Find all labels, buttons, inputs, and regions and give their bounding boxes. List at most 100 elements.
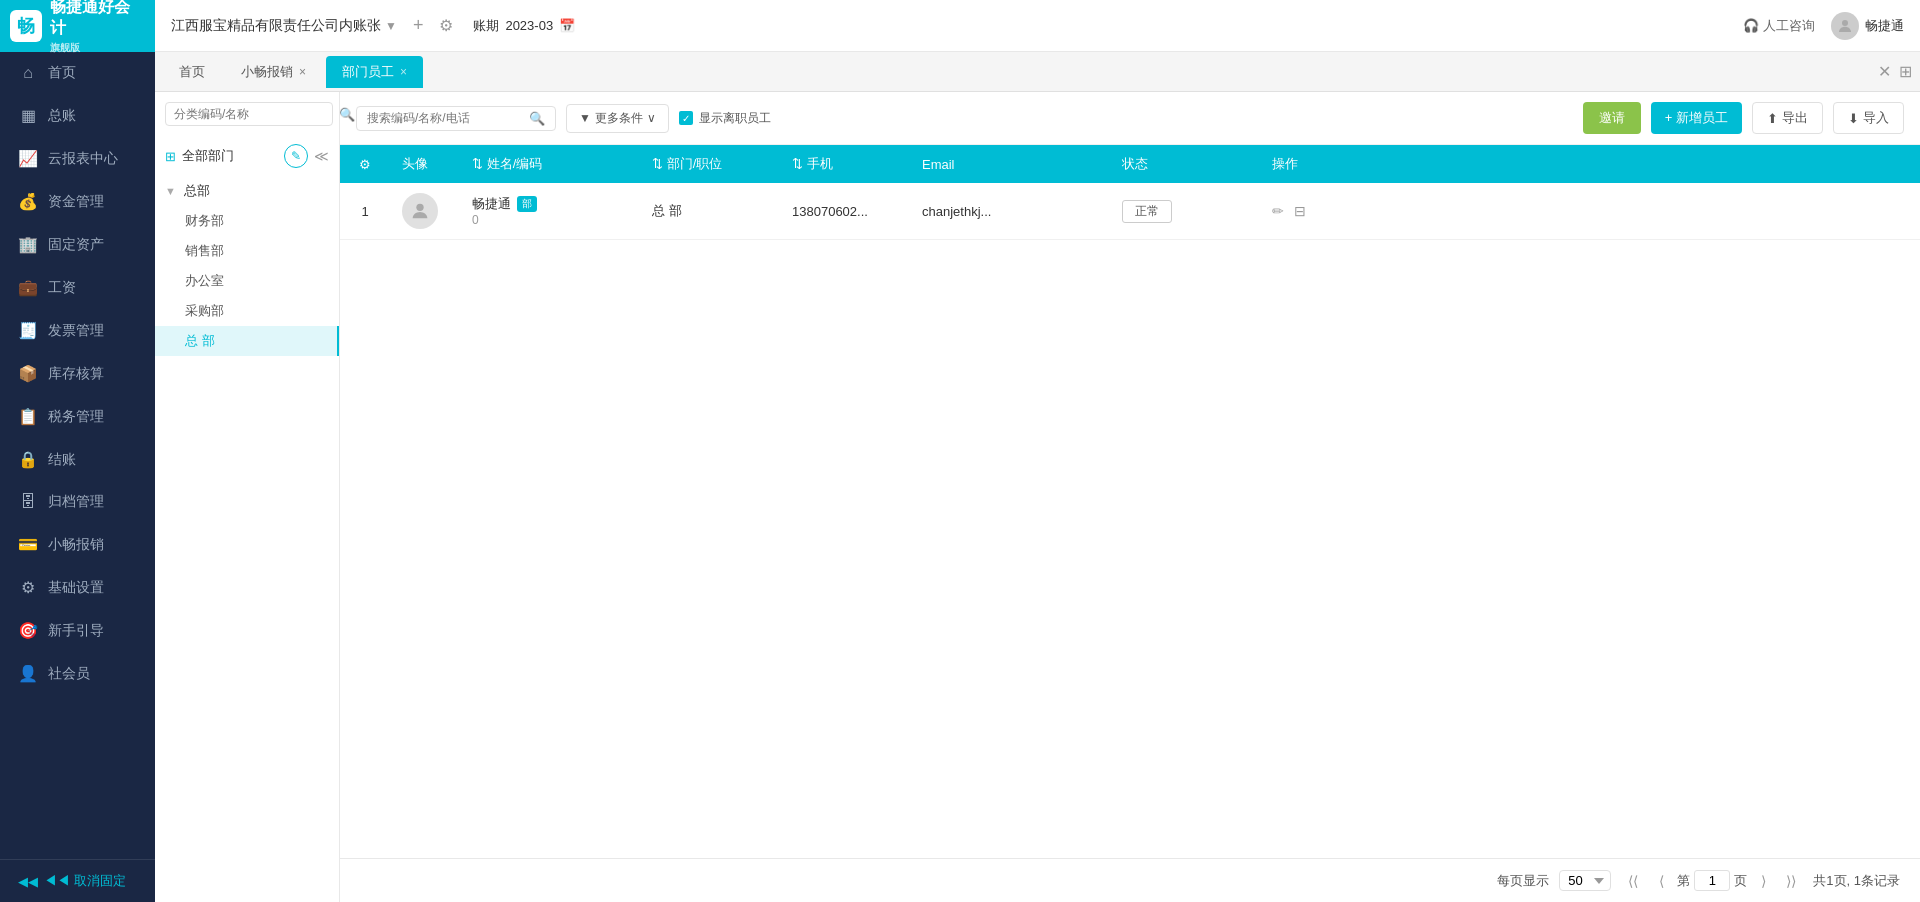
dept-purchase-label: 采购部 — [185, 303, 224, 318]
tab-home[interactable]: 首页 — [163, 56, 221, 88]
employee-search-input[interactable] — [367, 111, 523, 125]
sidebar-label-assets: 固定资产 — [48, 236, 104, 254]
tax-icon: 📋 — [18, 407, 38, 426]
window-expand-icon[interactable]: ⊞ — [1899, 62, 1912, 81]
user-menu[interactable]: 畅捷通 — [1831, 12, 1904, 40]
action-icons: ✏ ⊟ — [1272, 203, 1908, 219]
calendar-icon[interactable]: 📅 — [559, 18, 575, 33]
tab-department-close[interactable]: × — [400, 65, 407, 79]
filter-button[interactable]: ▼ 更多条件 ∨ — [566, 104, 669, 133]
assets-icon: 🏢 — [18, 235, 38, 254]
topbar-right: 🎧 人工咨询 畅捷通 — [1743, 12, 1904, 40]
import-label: 导入 — [1863, 109, 1889, 127]
dept-office-label: 办公室 — [185, 273, 224, 288]
sidebar-item-wages[interactable]: 💼 工资 — [0, 266, 155, 309]
show-resigned-toggle[interactable]: ✓ 显示离职员工 — [679, 110, 771, 127]
sidebar-label-archive: 归档管理 — [48, 493, 104, 511]
last-page-button[interactable]: ⟩⟩ — [1779, 869, 1803, 893]
sidebar-item-account[interactable]: 👤 社会员 — [0, 652, 155, 695]
col-status: 状态 — [1110, 145, 1260, 183]
cell-actions: ✏ ⊟ — [1260, 183, 1920, 240]
wages-icon: 💼 — [18, 278, 38, 297]
cell-phone: 138070602... — [780, 183, 910, 240]
dept-parent-item[interactable]: ▼ 总部 — [155, 176, 339, 206]
dept-collapse-icon[interactable]: ≪ — [314, 148, 329, 164]
page-number-input[interactable] — [1694, 870, 1730, 891]
prev-page-button[interactable]: ⟨ — [1649, 869, 1673, 893]
edit-icon[interactable]: ✏ — [1272, 203, 1284, 219]
dept-child-purchase[interactable]: 采购部 — [155, 296, 339, 326]
home-icon: ⌂ — [18, 64, 38, 82]
sidebar-item-archive[interactable]: 🗄 归档管理 — [0, 481, 155, 523]
tab-expense[interactable]: 小畅报销 × — [225, 56, 322, 88]
company-settings-icon[interactable]: ⚙ — [439, 16, 453, 35]
employee-toolbar: 🔍 ▼ 更多条件 ∨ ✓ 显示离职员工 邀请 + 新增员工 ⬆ 导出 — [340, 92, 1920, 145]
filter-icon: ▼ — [579, 111, 591, 125]
sidebar-item-tax[interactable]: 📋 税务管理 — [0, 395, 155, 438]
sidebar-item-invoice[interactable]: 🧾 发票管理 — [0, 309, 155, 352]
import-button[interactable]: ⬇ 导入 — [1833, 102, 1904, 134]
company-dropdown-icon: ▼ — [385, 19, 397, 33]
page-word: 第 — [1677, 872, 1690, 890]
ledger-icon: ▦ — [18, 106, 38, 125]
support-button[interactable]: 🎧 人工咨询 — [1743, 17, 1815, 35]
pagination: 每页显示 50 10 20 100 ⟨⟨ ⟨ 第 页 ⟩ ⟩⟩ — [340, 858, 1920, 902]
next-page-button[interactable]: ⟩ — [1751, 869, 1775, 893]
dept-child-general[interactable]: 总 部 — [155, 326, 339, 356]
page-total: 共1页, 1条记录 — [1813, 872, 1900, 890]
sidebar-item-home[interactable]: ⌂ 首页 — [0, 52, 155, 94]
sidebar-item-inventory[interactable]: 📦 库存核算 — [0, 352, 155, 395]
sort-icon-name: ⇅ — [472, 156, 483, 171]
sidebar-label-expense: 小畅报销 — [48, 536, 104, 554]
filter-chevron-icon: ∨ — [647, 111, 656, 125]
dept-search-input[interactable] — [165, 102, 333, 126]
svg-point-1 — [416, 204, 423, 211]
cancel-fixed-label: ◀◀ 取消固定 — [44, 872, 126, 890]
sidebar-item-expense[interactable]: 💳 小畅报销 — [0, 523, 155, 566]
dept-child-sales[interactable]: 销售部 — [155, 236, 339, 266]
sidebar-item-guide[interactable]: 🎯 新手引导 — [0, 609, 155, 652]
dept-tree: ▼ 总部 财务部 销售部 办公室 采购部 总 部 — [155, 176, 339, 902]
first-page-button[interactable]: ⟨⟨ — [1621, 869, 1645, 893]
cell-dept: 总 部 — [640, 183, 780, 240]
col-name-code[interactable]: ⇅ 姓名/编码 — [460, 145, 640, 183]
tab-expense-close[interactable]: × — [299, 65, 306, 79]
invite-button[interactable]: 邀请 — [1583, 102, 1641, 134]
sidebar-item-closing[interactable]: 🔒 结账 — [0, 438, 155, 481]
account-icon: 👤 — [18, 664, 38, 683]
col-actions: 操作 — [1260, 145, 1920, 183]
page-size-select[interactable]: 50 10 20 100 — [1559, 870, 1611, 891]
export-icon: ⬆ — [1767, 111, 1778, 126]
col-email: Email — [910, 145, 1110, 183]
export-button[interactable]: ⬆ 导出 — [1752, 102, 1823, 134]
window-close-icon[interactable]: ✕ — [1878, 62, 1891, 81]
employee-search-icon[interactable]: 🔍 — [529, 111, 545, 126]
toolbar-right: 邀请 + 新增员工 ⬆ 导出 ⬇ 导入 — [1583, 102, 1904, 134]
expense-icon: 💳 — [18, 535, 38, 554]
sidebar-item-assets[interactable]: 🏢 固定资产 — [0, 223, 155, 266]
dept-edit-button[interactable]: ✎ — [284, 144, 308, 168]
sidebar-item-ledger[interactable]: ▦ 总账 — [0, 94, 155, 137]
dept-child-finance[interactable]: 财务部 — [155, 206, 339, 236]
cancel-fixed-button[interactable]: ◀◀ ◀◀ 取消固定 — [0, 859, 155, 902]
topbar: 江西服宝精品有限责任公司内账张 ▼ + ⚙ 账期 2023-03 📅 🎧 人工咨… — [155, 0, 1920, 52]
dept-child-office[interactable]: 办公室 — [155, 266, 339, 296]
company-selector[interactable]: 江西服宝精品有限责任公司内账张 ▼ — [171, 17, 397, 35]
add-employee-button[interactable]: + 新增员工 — [1651, 102, 1742, 134]
sidebar-item-settings[interactable]: ⚙ 基础设置 — [0, 566, 155, 609]
sidebar-item-reports[interactable]: 📈 云报表中心 — [0, 137, 155, 180]
tab-department[interactable]: 部门员工 × — [326, 56, 423, 88]
sidebar-item-funds[interactable]: 💰 资金管理 — [0, 180, 155, 223]
settings-icon: ⚙ — [18, 578, 38, 597]
col-phone[interactable]: ⇅ 手机 — [780, 145, 910, 183]
sort-icon-phone: ⇅ — [792, 156, 803, 171]
tab-department-label: 部门员工 — [342, 63, 394, 81]
leave-icon[interactable]: ⊟ — [1294, 203, 1306, 219]
dept-header: ⊞ 全部部门 ✎ ≪ — [155, 136, 339, 176]
add-company-button[interactable]: + — [409, 15, 428, 36]
sidebar-logo: 畅 畅捷通好会计 旗舰版 — [0, 0, 155, 52]
inventory-icon: 📦 — [18, 364, 38, 383]
dept-panel: 🔍 ⊞ 全部部门 ✎ ≪ ▼ 总部 财务部 销售部 — [155, 92, 340, 902]
col-dept-role[interactable]: ⇅ 部门/职位 — [640, 145, 780, 183]
guide-icon: 🎯 — [18, 621, 38, 640]
